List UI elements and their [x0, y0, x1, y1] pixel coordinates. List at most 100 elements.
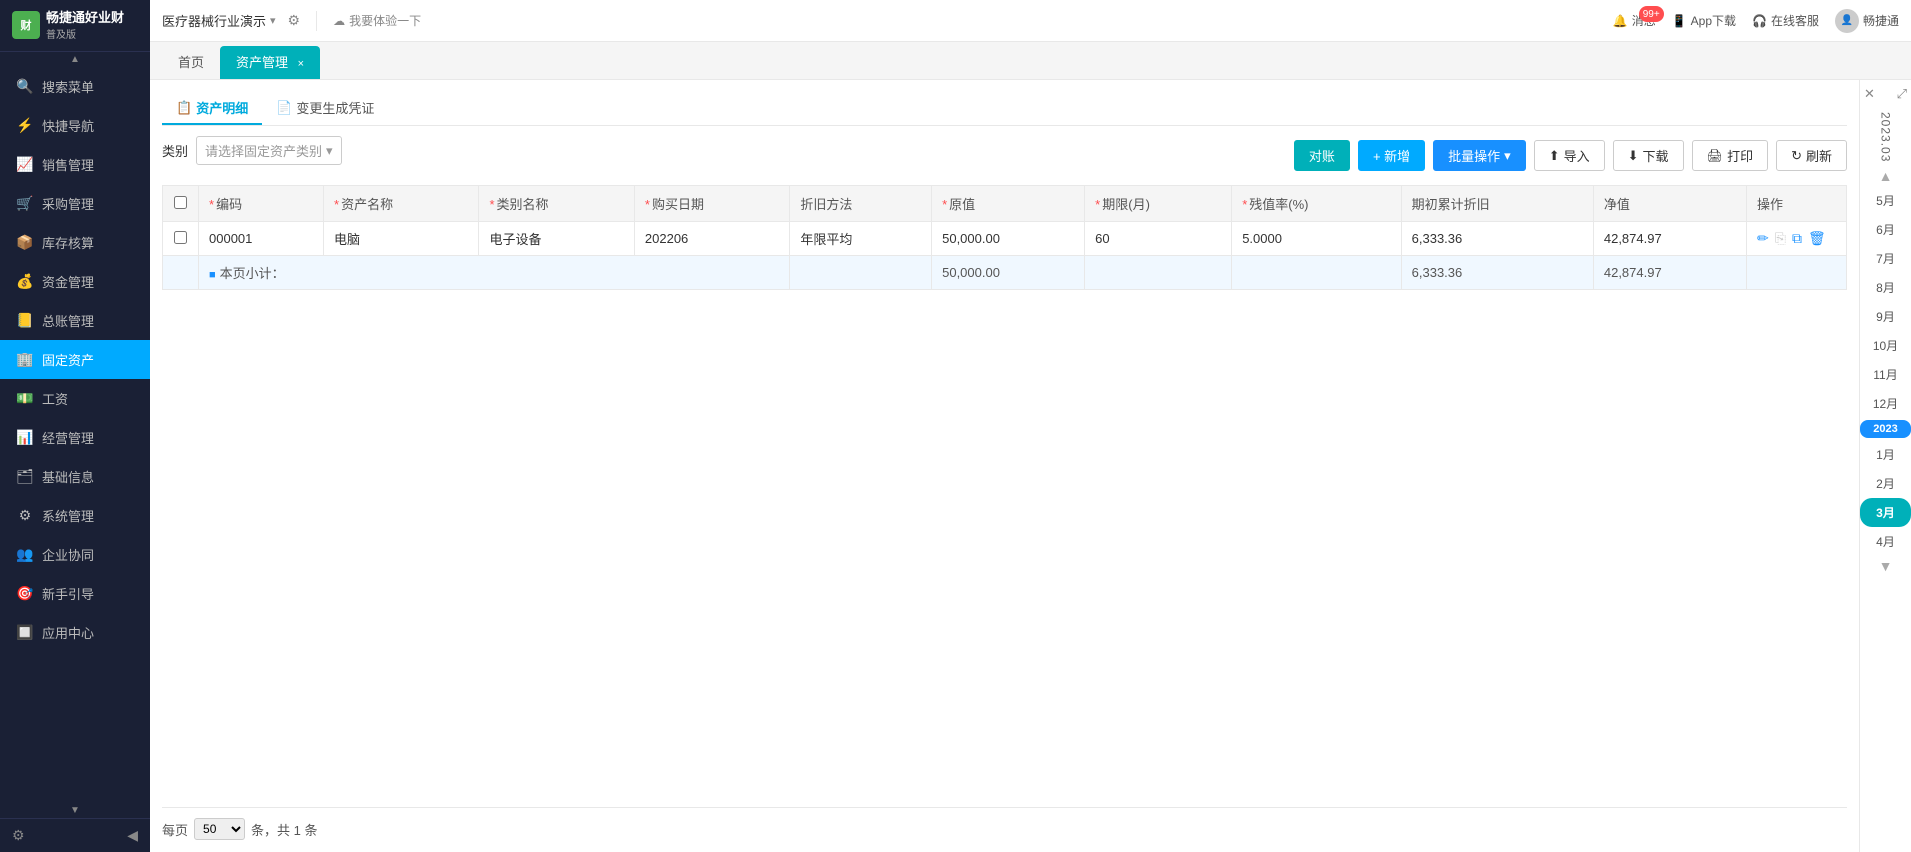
- subtotal-residual: [1232, 256, 1401, 290]
- th-category: *类别名称: [479, 186, 634, 222]
- month-item[interactable]: 12月: [1860, 389, 1911, 418]
- table-header-row: *编码 *资产名称 *类别名称 *购买日期 折旧方法 *原值 *期限(月) *残…: [163, 186, 1847, 222]
- month-item[interactable]: 10月: [1860, 331, 1911, 360]
- headset-icon: 🎧: [1752, 14, 1767, 28]
- topbar-gear-icon[interactable]: ⚙: [288, 12, 301, 29]
- sidebar-icon-12: 👥: [16, 546, 34, 563]
- app-download-button[interactable]: 📱 App下载: [1672, 12, 1736, 29]
- sidebar-item-6[interactable]: 📒总账管理: [0, 301, 150, 340]
- print-icon: 🖨: [1707, 148, 1724, 164]
- topbar-divider: [316, 11, 317, 31]
- tab-close-icon[interactable]: ×: [298, 58, 304, 70]
- edit-icon-0[interactable]: ✏: [1757, 230, 1769, 247]
- sidebar-icon-4: 📦: [16, 234, 34, 251]
- year-label[interactable]: 2023: [1860, 420, 1911, 438]
- content-area: 📋 资产明细 📄 变更生成凭证 类别 请选择固定资产类别 ▾: [150, 80, 1911, 852]
- month-item[interactable]: 3月: [1860, 498, 1911, 527]
- batch-button[interactable]: 批量操作 ▾: [1433, 140, 1526, 171]
- sidebar-label-0: 搜索菜单: [42, 77, 94, 96]
- category-placeholder: 请选择固定资产类别: [205, 141, 322, 160]
- month-item[interactable]: 9月: [1860, 302, 1911, 331]
- sidebar-item-5[interactable]: 💰资金管理: [0, 262, 150, 301]
- duizhang-button[interactable]: 对账: [1294, 140, 1350, 171]
- sidebar-item-10[interactable]: 🗂基础信息: [0, 457, 150, 496]
- sidebar-item-14[interactable]: 🔲应用中心: [0, 613, 150, 652]
- sidebar-item-2[interactable]: 📈销售管理: [0, 145, 150, 184]
- row-purchase-date-0: 202206: [634, 222, 789, 256]
- sidebar-label-6: 总账管理: [42, 311, 94, 330]
- sidebar-item-9[interactable]: 📊经营管理: [0, 418, 150, 457]
- per-page-select[interactable]: 50 100: [194, 818, 245, 840]
- sidebar-item-7[interactable]: 🏢固定资产: [0, 340, 150, 379]
- sidebar-label-9: 经营管理: [42, 428, 94, 447]
- sidebar-scroll-down[interactable]: ▼: [0, 803, 150, 818]
- company-selector[interactable]: 医疗器械行业演示 ▾: [162, 11, 276, 30]
- category-dropdown-icon: ▾: [326, 143, 333, 159]
- filter-label: 类别: [162, 141, 188, 160]
- sidebar-nav: 🔍搜索菜单⚡快捷导航📈销售管理🛒采购管理📦库存核算💰资金管理📒总账管理🏢固定资产…: [0, 67, 150, 803]
- select-all-checkbox[interactable]: [174, 196, 187, 209]
- right-panel-months: 5月6月7月8月9月10月11月12月 2023 1月2月3月4月: [1860, 186, 1911, 556]
- import-button[interactable]: ⬆ 导入: [1534, 140, 1605, 171]
- refresh-icon: ↻: [1791, 148, 1802, 164]
- sidebar-item-12[interactable]: 👥企业协同: [0, 535, 150, 574]
- customer-service-button[interactable]: 🎧 在线客服: [1752, 12, 1819, 29]
- subtab-voucher[interactable]: 📄 变更生成凭证: [262, 92, 388, 125]
- month-item[interactable]: 7月: [1860, 244, 1911, 273]
- subtotal-initial-accumulated: 6,333.36: [1401, 256, 1593, 290]
- settings-icon[interactable]: ⚙: [12, 827, 25, 844]
- sidebar-scroll-up[interactable]: ▲: [0, 52, 150, 67]
- sidebar-item-8[interactable]: 💵工资: [0, 379, 150, 418]
- sidebar-item-0[interactable]: 🔍搜索菜单: [0, 67, 150, 106]
- subtab-voucher-label: 变更生成凭证: [296, 98, 374, 117]
- tabbar: 首页 资产管理 ×: [150, 42, 1911, 80]
- month-item[interactable]: 4月: [1860, 527, 1911, 556]
- sidebar-label-5: 资金管理: [42, 272, 94, 291]
- tab-asset-management[interactable]: 资产管理 ×: [220, 46, 320, 79]
- sidebar-item-4[interactable]: 📦库存核算: [0, 223, 150, 262]
- delete-icon-0[interactable]: 🗑: [1808, 230, 1826, 247]
- print-label: 打印: [1727, 146, 1753, 165]
- print-button[interactable]: 🖨 打印: [1692, 140, 1769, 171]
- experience-button[interactable]: ☁ 我要体验一下: [333, 12, 421, 29]
- month-item[interactable]: 1月: [1860, 440, 1911, 469]
- refresh-button[interactable]: ↻ 刷新: [1776, 140, 1847, 171]
- th-operation: 操作: [1747, 186, 1847, 222]
- row-residual-rate-0: 5.0000: [1232, 222, 1401, 256]
- sidebar-icon-14: 🔲: [16, 624, 34, 641]
- subtab-asset-detail[interactable]: 📋 资产明细: [162, 92, 262, 125]
- right-panel-close-icon[interactable]: ✕: [1864, 86, 1875, 102]
- sidebar-item-13[interactable]: 🎯新手引导: [0, 574, 150, 613]
- notifications-button[interactable]: 🔔 消息 99+: [1613, 12, 1656, 29]
- right-panel-expand-icon[interactable]: ⤢: [1897, 86, 1907, 102]
- sidebar-bottom: ⚙ ◀: [0, 818, 150, 852]
- content-main: 📋 资产明细 📄 变更生成凭证 类别 请选择固定资产类别 ▾: [150, 80, 1859, 852]
- month-item[interactable]: 5月: [1860, 186, 1911, 215]
- download-button[interactable]: ⬇ 下载: [1613, 140, 1684, 171]
- month-item[interactable]: 2月: [1860, 469, 1911, 498]
- right-panel-scroll-down[interactable]: ▼: [1877, 556, 1895, 576]
- right-panel-scroll-up[interactable]: ▲: [1877, 166, 1895, 186]
- row-depreciation-0: 年限平均: [790, 222, 932, 256]
- collapse-icon[interactable]: ◀: [127, 827, 138, 844]
- th-checkbox: [163, 186, 199, 222]
- sidebar-label-3: 采购管理: [42, 194, 94, 213]
- row-checkbox-0[interactable]: [163, 222, 199, 256]
- month-item[interactable]: 11月: [1860, 360, 1911, 389]
- category-filter[interactable]: 请选择固定资产类别 ▾: [196, 136, 342, 165]
- sidebar-item-3[interactable]: 🛒采购管理: [0, 184, 150, 223]
- filter-row: 类别 请选择固定资产类别 ▾: [162, 136, 342, 165]
- sidebar-icon-7: 🏢: [16, 351, 34, 368]
- row-original-value-0: 50,000.00: [932, 222, 1085, 256]
- copy-icon-0[interactable]: ⎘: [1775, 230, 1786, 247]
- sidebar-item-11[interactable]: ⚙系统管理: [0, 496, 150, 535]
- sidebar-item-1[interactable]: ⚡快捷导航: [0, 106, 150, 145]
- add-button[interactable]: + 新增: [1358, 140, 1425, 171]
- th-name: *资产名称: [324, 186, 479, 222]
- duplicate-icon-0[interactable]: ⧉: [1792, 230, 1802, 247]
- month-item[interactable]: 6月: [1860, 215, 1911, 244]
- month-item[interactable]: 8月: [1860, 273, 1911, 302]
- tab-home[interactable]: 首页: [162, 46, 220, 79]
- user-button[interactable]: 👤 畅捷通: [1835, 9, 1899, 33]
- row-check-0[interactable]: [174, 231, 187, 244]
